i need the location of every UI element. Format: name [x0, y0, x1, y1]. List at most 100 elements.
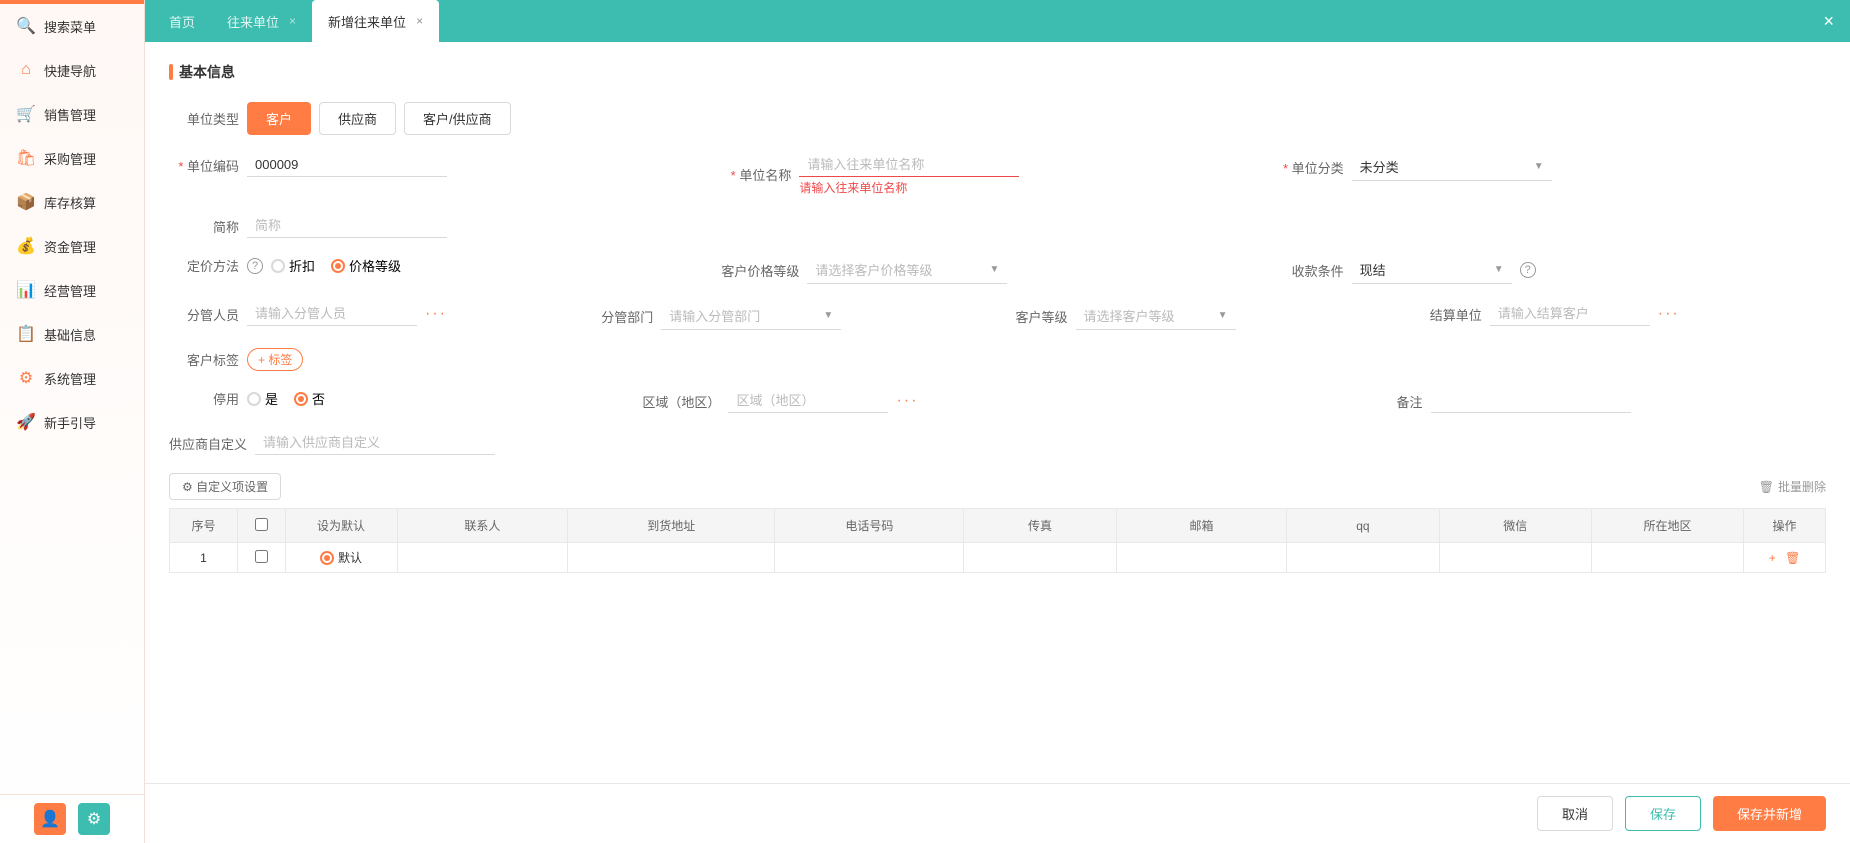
sidebar-item-search[interactable]: 🔍 搜索菜单 — [0, 4, 144, 48]
supplier-custom-input[interactable] — [255, 431, 495, 455]
department-select[interactable]: 请输入分管部门 ▼ — [661, 302, 841, 330]
inventory-icon: 📦 — [16, 192, 36, 212]
radio-no[interactable]: 否 — [294, 389, 325, 408]
settlement-unit-input[interactable] — [1490, 302, 1650, 326]
customer-price-level-label: 客户价格等级 — [721, 261, 799, 280]
radio-price-level[interactable]: 价格等级 — [331, 256, 401, 275]
section-icon-bar — [169, 64, 173, 80]
th-qq: qq — [1287, 509, 1439, 543]
supplier-custom-field: 供应商自定义 — [169, 431, 1826, 455]
unit-category-arrow: ▼ — [1534, 161, 1544, 172]
td-actions: + 🗑 — [1744, 543, 1826, 573]
payment-terms-help-icon[interactable]: ? — [1520, 262, 1536, 278]
save-button[interactable]: 保存 — [1625, 796, 1701, 831]
tab-partners-close[interactable]: × — [289, 14, 296, 28]
region-more[interactable]: ··· — [896, 392, 918, 410]
sidebar-item-guide[interactable]: 🚀 新手引导 — [0, 400, 144, 444]
sidebar-user-icon[interactable]: 👤 — [34, 803, 66, 835]
fax-input[interactable] — [1005, 550, 1075, 565]
select-all-checkbox[interactable] — [255, 518, 268, 531]
td-fax[interactable] — [964, 543, 1116, 573]
address-input[interactable] — [621, 550, 721, 565]
row-checkbox[interactable] — [255, 550, 268, 563]
customer-level-select[interactable]: 请选择客户等级 ▼ — [1076, 302, 1236, 330]
tab-home[interactable]: 首页 — [153, 0, 211, 42]
td-phone[interactable] — [775, 543, 964, 573]
sidebar-item-sales[interactable]: 🛒 销售管理 — [0, 92, 144, 136]
region-input[interactable] — [728, 389, 888, 413]
customer-price-level-select[interactable]: 请选择客户价格等级 ▼ — [807, 256, 1007, 284]
sidebar-item-quicknav[interactable]: ⌂ 快捷导航 — [0, 48, 144, 92]
td-checkbox[interactable] — [237, 543, 285, 573]
bottom-bar: 取消 保存 保存并新增 — [145, 783, 1850, 843]
save-new-button[interactable]: 保存并新增 — [1713, 796, 1826, 831]
td-email[interactable] — [1116, 543, 1287, 573]
code-name-category-row: 单位编码 单位名称 请输入往来单位名称 单位分类 未分类 ▼ — [169, 153, 1826, 196]
sidebar-item-finance[interactable]: 💰 资金管理 — [0, 224, 144, 268]
unit-category-value: 未分类 — [1360, 157, 1530, 176]
td-wechat[interactable] — [1439, 543, 1591, 573]
add-row-button[interactable]: + — [1769, 551, 1776, 565]
pricing-method-field: 定价方法 ? 折扣 价格等级 — [169, 256, 721, 275]
manager-more[interactable]: ··· — [425, 305, 447, 323]
td-address[interactable] — [568, 543, 775, 573]
cancel-button[interactable]: 取消 — [1537, 796, 1613, 831]
manager-field: 分管人员 ··· — [169, 302, 583, 326]
radio-discount-label: 折扣 — [289, 256, 315, 275]
tab-new-partner[interactable]: 新增往来单位 × — [312, 0, 439, 42]
sidebar-item-purchase[interactable]: 🛍 采购管理 — [0, 136, 144, 180]
alias-input[interactable] — [247, 214, 447, 238]
td-qq[interactable] — [1287, 543, 1439, 573]
sidebar-bottom: 👤 ⚙ — [0, 794, 144, 843]
manager-input[interactable] — [247, 302, 417, 326]
qq-input[interactable] — [1328, 550, 1398, 565]
location-input[interactable] — [1632, 550, 1702, 565]
alias-field: 简称 — [169, 214, 1826, 238]
settlement-unit-more[interactable]: ··· — [1658, 305, 1680, 323]
section-title-basic: 基本信息 — [169, 62, 1826, 82]
unit-code-input[interactable] — [247, 153, 447, 177]
remarks-input[interactable] — [1431, 389, 1631, 413]
remarks-label: 备注 — [1353, 392, 1423, 411]
pricing-help-icon[interactable]: ? — [247, 258, 263, 274]
email-input[interactable] — [1161, 550, 1241, 565]
tab-new-partner-close[interactable]: × — [416, 14, 423, 28]
radio-yes[interactable]: 是 — [247, 389, 278, 408]
disabled-radio-group: 是 否 — [247, 389, 325, 408]
unit-name-input[interactable] — [799, 153, 1019, 177]
sidebar-item-base[interactable]: 📋 基础信息 — [0, 312, 144, 356]
wechat-input[interactable] — [1480, 550, 1550, 565]
add-tag-button[interactable]: + 标签 — [247, 348, 303, 371]
customer-level-arrow: ▼ — [1218, 310, 1228, 321]
unit-category-select[interactable]: 未分类 ▼ — [1352, 153, 1552, 181]
delete-row-button[interactable]: 🗑 — [1785, 551, 1800, 565]
sidebar-item-label: 经营管理 — [44, 281, 96, 300]
operations-icon: 📊 — [16, 280, 36, 300]
contact-input[interactable] — [442, 550, 522, 565]
radio-no-label: 否 — [312, 389, 325, 408]
customer-tag-label: 客户标签 — [169, 350, 239, 369]
custom-settings-button[interactable]: ⚙ 自定义项设置 — [169, 473, 281, 500]
phone-input[interactable] — [824, 550, 914, 565]
tab-partners[interactable]: 往来单位 × — [211, 0, 312, 42]
btn-type-supplier[interactable]: 供应商 — [319, 102, 396, 135]
td-location[interactable] — [1591, 543, 1743, 573]
btn-type-customer[interactable]: 客户 — [247, 102, 311, 135]
radio-discount[interactable]: 折扣 — [271, 256, 315, 275]
payment-terms-select[interactable]: 现结 ▼ — [1352, 256, 1512, 284]
unit-name-label: 单位名称 — [721, 165, 791, 184]
sidebar-item-system[interactable]: ⚙ 系统管理 — [0, 356, 144, 400]
btn-type-both[interactable]: 客户/供应商 — [404, 102, 511, 135]
sidebar-item-inventory[interactable]: 📦 库存核算 — [0, 180, 144, 224]
default-radio[interactable]: 默认 — [292, 549, 391, 566]
tab-bar: 首页 往来单位 × 新增往来单位 × × — [145, 0, 1850, 42]
tab-bar-close-all[interactable]: × — [1815, 11, 1842, 32]
sales-icon: 🛒 — [16, 104, 36, 124]
td-contact[interactable] — [397, 543, 568, 573]
sidebar-settings-icon[interactable]: ⚙ — [78, 803, 110, 835]
sidebar-item-operations[interactable]: 📊 经营管理 — [0, 268, 144, 312]
base-icon: 📋 — [16, 324, 36, 344]
system-icon: ⚙ — [16, 368, 36, 388]
batch-delete-button[interactable]: 🗑 批量删除 — [1759, 478, 1826, 495]
th-fax: 传真 — [964, 509, 1116, 543]
